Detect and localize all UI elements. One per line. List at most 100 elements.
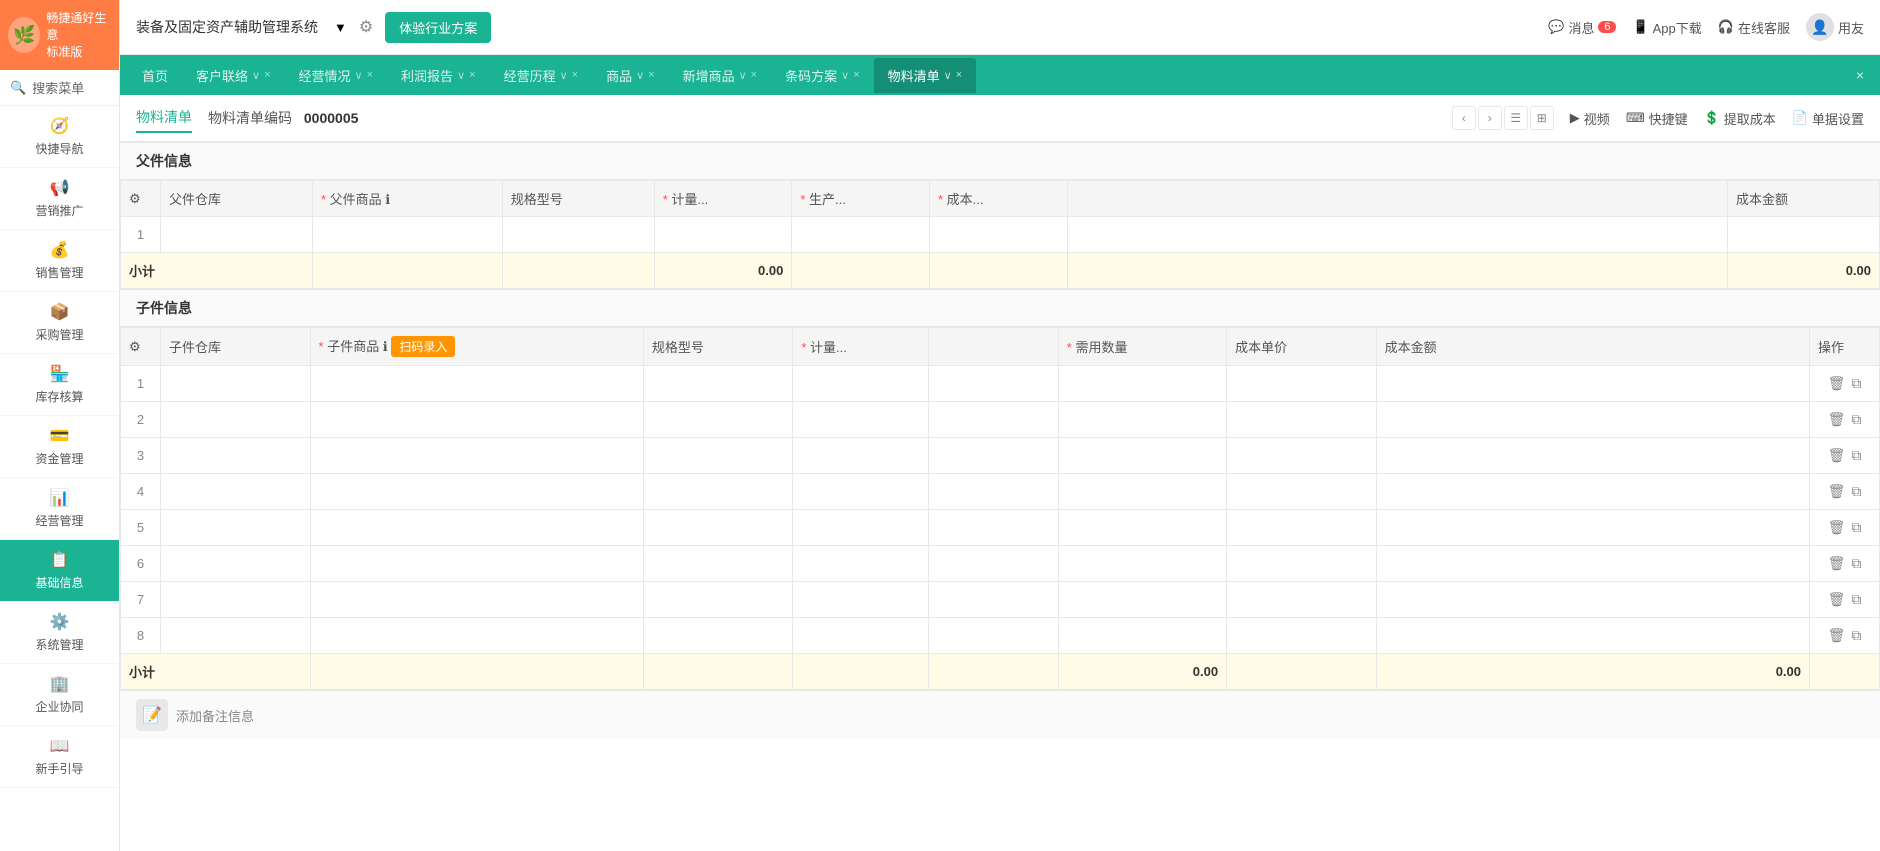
table-row: 7 🗑⧉ bbox=[121, 582, 1880, 618]
sub-tab-bom-list[interactable]: 物料清单 bbox=[136, 103, 192, 133]
sidebar-item-marketing[interactable]: 📢 营销推广 bbox=[0, 168, 119, 230]
action-video[interactable]: ▶ 视频 bbox=[1570, 109, 1610, 128]
app-download-item[interactable]: 📱 App下载 bbox=[1632, 18, 1701, 37]
service-icon: 🎧 bbox=[1718, 19, 1734, 35]
tab-close-customer[interactable]: × bbox=[264, 69, 270, 81]
copy-row-icon[interactable]: ⧉ bbox=[1851, 483, 1861, 500]
copy-row-icon[interactable]: ⧉ bbox=[1851, 375, 1861, 392]
keyboard-icon: ⌨ bbox=[1626, 110, 1645, 126]
messages-item[interactable]: 💬 消息 6 bbox=[1548, 18, 1616, 37]
tab-operations[interactable]: 经营情况 ∨ × bbox=[285, 58, 388, 93]
copy-row-icon[interactable]: ⧉ bbox=[1851, 519, 1861, 536]
tab-dropdown-arrow[interactable]: ∨ bbox=[636, 69, 644, 82]
th-child-cost-amount: 成本金额 bbox=[1376, 328, 1809, 366]
cell-child-spec[interactable] bbox=[643, 366, 793, 402]
tab-dropdown-arrow[interactable]: ∨ bbox=[944, 69, 952, 82]
tab-close-barcode[interactable]: × bbox=[853, 69, 859, 81]
online-service-item[interactable]: 🎧 在线客服 bbox=[1718, 18, 1790, 37]
tab-dropdown-arrow[interactable]: ∨ bbox=[252, 69, 260, 82]
delete-row-icon[interactable]: 🗑 bbox=[1828, 483, 1846, 500]
tab-close-hist[interactable]: × bbox=[572, 69, 578, 81]
tab-home[interactable]: 首页 bbox=[128, 58, 182, 93]
cell-child-warehouse[interactable] bbox=[161, 366, 311, 402]
cell-child-unit-cost[interactable] bbox=[1227, 366, 1377, 402]
th-child-settings[interactable]: ⚙ bbox=[121, 328, 161, 366]
tab-dropdown-arrow[interactable]: ∨ bbox=[457, 69, 465, 82]
nav-next[interactable]: › bbox=[1478, 106, 1502, 130]
sidebar-item-basic-info[interactable]: 📋 基础信息 bbox=[0, 540, 119, 602]
parent-table: ⚙ 父件仓库 * 父件商品 ℹ 规格型号 * 计量... * 生产... * 成… bbox=[120, 180, 1880, 289]
sidebar-item-system[interactable]: ⚙️ 系统管理 bbox=[0, 602, 119, 664]
copy-row-icon[interactable]: ⧉ bbox=[1851, 555, 1861, 572]
tab-close-profit[interactable]: × bbox=[469, 69, 475, 81]
sidebar-item-finance[interactable]: 💳 资金管理 bbox=[0, 416, 119, 478]
cell-unit[interactable] bbox=[654, 217, 792, 253]
sidebar-item-enterprise[interactable]: 🏢 企业协同 bbox=[0, 664, 119, 726]
tab-dropdown-arrow[interactable]: ∨ bbox=[841, 69, 849, 82]
search-menu-item[interactable]: 🔍 搜索菜单 bbox=[0, 70, 119, 106]
system-dropdown-arrow[interactable]: ▼ bbox=[334, 20, 347, 35]
notes-hint[interactable]: 添加备注信息 bbox=[176, 706, 254, 725]
tab-dropdown-arrow[interactable]: ∨ bbox=[355, 69, 363, 82]
action-cost[interactable]: 💲 提取成本 bbox=[1704, 109, 1776, 128]
copy-row-icon[interactable]: ⧉ bbox=[1851, 591, 1861, 608]
cell-child-unit[interactable] bbox=[793, 366, 928, 402]
notes-icon[interactable]: 📝 bbox=[136, 699, 168, 731]
sidebar-item-operations[interactable]: 📊 经营管理 bbox=[0, 478, 119, 540]
tab-history[interactable]: 经营历程 ∨ × bbox=[490, 58, 593, 93]
user-avatar-item[interactable]: 👤 用友 bbox=[1806, 13, 1864, 41]
tab-close-bom[interactable]: × bbox=[956, 69, 962, 81]
nav-icon: 🏪 bbox=[50, 364, 70, 384]
cell-spec[interactable] bbox=[502, 217, 654, 253]
sidebar-item-inventory[interactable]: 🏪 库存核算 bbox=[0, 354, 119, 416]
delete-row-icon[interactable]: 🗑 bbox=[1828, 627, 1846, 644]
tab-barcode[interactable]: 条码方案 ∨ × bbox=[771, 58, 874, 93]
delete-row-icon[interactable]: 🗑 bbox=[1828, 555, 1846, 572]
delete-row-icon[interactable]: 🗑 bbox=[1828, 411, 1846, 428]
message-badge: 6 bbox=[1598, 21, 1616, 33]
cell-produce[interactable] bbox=[792, 217, 930, 253]
nav-expand[interactable]: ⊞ bbox=[1530, 106, 1554, 130]
cell-product[interactable] bbox=[312, 217, 502, 253]
tab-new-goods[interactable]: 新增商品 ∨ × bbox=[669, 58, 772, 93]
sidebar-item-sales[interactable]: 💰 销售管理 bbox=[0, 230, 119, 292]
action-doc-settings[interactable]: 📄 单据设置 bbox=[1792, 109, 1864, 128]
close-all-tabs[interactable]: × bbox=[1848, 67, 1872, 83]
th-parent-spec: 规格型号 bbox=[502, 181, 654, 217]
th-parent-unit: * 计量... bbox=[654, 181, 792, 217]
action-shortcuts[interactable]: ⌨ 快捷键 bbox=[1626, 109, 1688, 128]
delete-row-icon[interactable]: 🗑 bbox=[1828, 375, 1846, 392]
delete-row-icon[interactable]: 🗑 bbox=[1828, 447, 1846, 464]
scan-input-button[interactable]: 扫码录入 bbox=[391, 336, 455, 357]
tab-close-goods[interactable]: × bbox=[648, 69, 654, 81]
trial-button[interactable]: 体验行业方案 bbox=[385, 12, 491, 43]
cell-child-qty[interactable] bbox=[1058, 366, 1226, 402]
tab-close-new[interactable]: × bbox=[751, 69, 757, 81]
sidebar-item-guide[interactable]: 📖 新手引导 bbox=[0, 726, 119, 788]
tab-goods[interactable]: 商品 ∨ × bbox=[592, 58, 669, 93]
table-row: 1 bbox=[121, 217, 1880, 253]
tab-close-ops[interactable]: × bbox=[367, 69, 373, 81]
cell-child-action: 🗑 ⧉ bbox=[1810, 366, 1880, 402]
sidebar-item-purchase[interactable]: 📦 采购管理 bbox=[0, 292, 119, 354]
child-section-title: 子件信息 bbox=[120, 289, 1880, 327]
cell-cost[interactable] bbox=[929, 217, 1067, 253]
delete-row-icon[interactable]: 🗑 bbox=[1828, 519, 1846, 536]
tab-customer[interactable]: 客户联络 ∨ × bbox=[182, 58, 285, 93]
cell-warehouse[interactable] bbox=[161, 217, 313, 253]
tab-dropdown-arrow[interactable]: ∨ bbox=[739, 69, 747, 82]
nav-prev[interactable]: ‹ bbox=[1452, 106, 1476, 130]
copy-row-icon[interactable]: ⧉ bbox=[1851, 627, 1861, 644]
tab-bom[interactable]: 物料清单 ∨ × bbox=[874, 58, 977, 93]
cell-child-product[interactable] bbox=[310, 366, 643, 402]
sidebar-item-quick-nav[interactable]: 🧭 快捷导航 bbox=[0, 106, 119, 168]
delete-row-icon[interactable]: 🗑 bbox=[1828, 591, 1846, 608]
tab-profit[interactable]: 利润报告 ∨ × bbox=[387, 58, 490, 93]
child-subtotal-qty: 0.00 bbox=[1058, 654, 1226, 690]
tab-dropdown-arrow[interactable]: ∨ bbox=[560, 69, 568, 82]
gear-icon[interactable]: ⚙ bbox=[359, 17, 373, 37]
nav-menu[interactable]: ☰ bbox=[1504, 106, 1528, 130]
copy-row-icon[interactable]: ⧉ bbox=[1851, 411, 1861, 428]
copy-row-icon[interactable]: ⧉ bbox=[1851, 447, 1861, 464]
th-settings[interactable]: ⚙ bbox=[121, 181, 161, 217]
